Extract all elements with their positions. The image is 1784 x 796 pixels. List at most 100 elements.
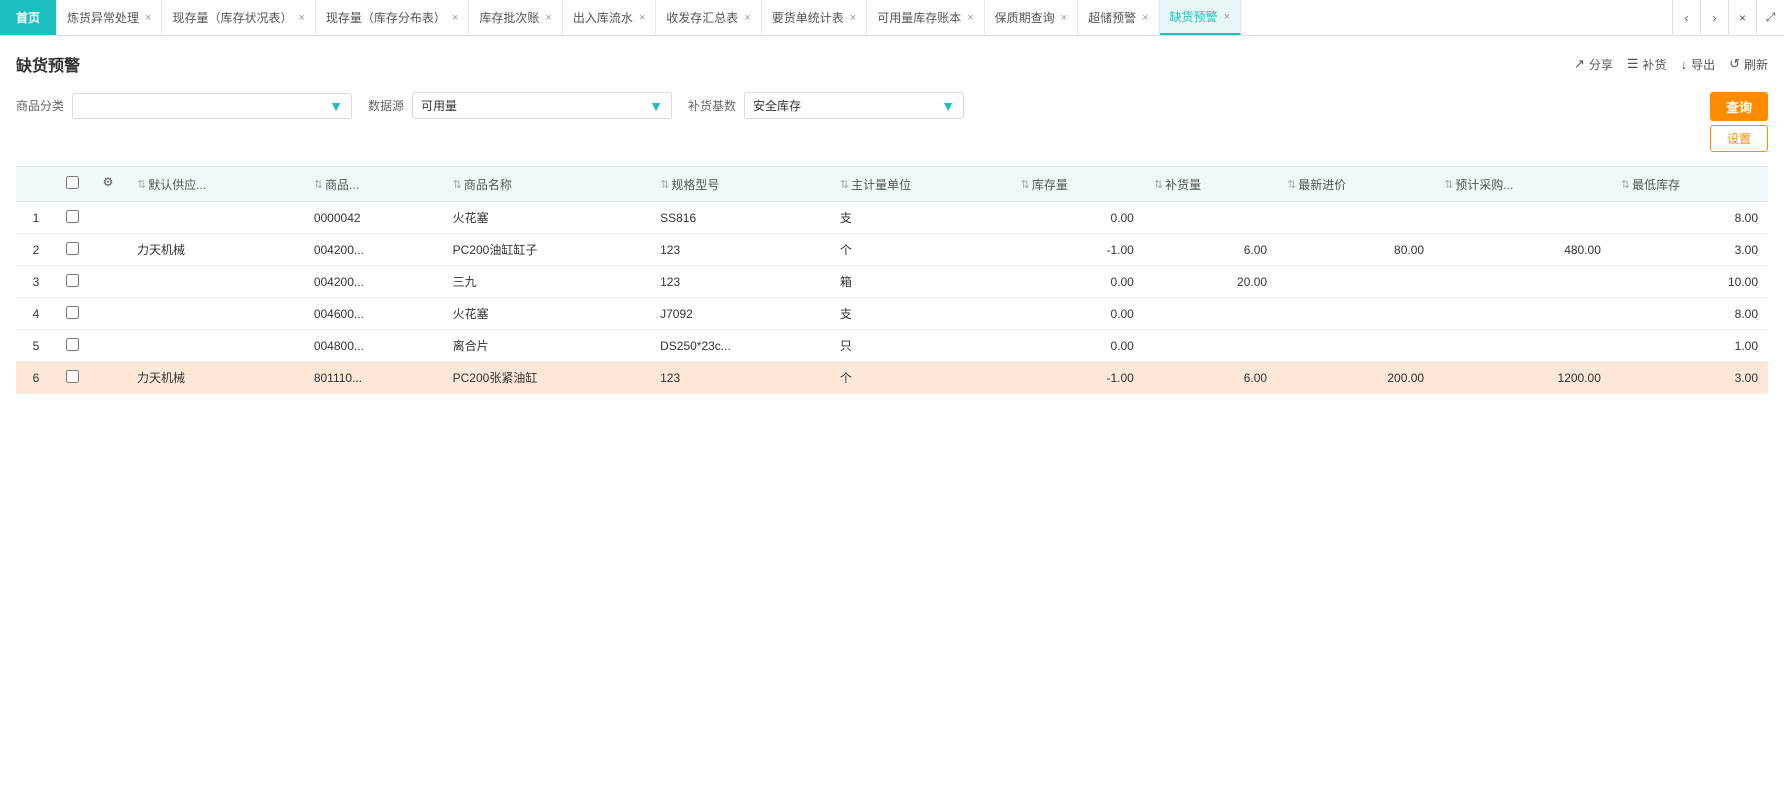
nav-tab-7[interactable]: 要货单统计表 × [762, 0, 867, 35]
nav-tab-10[interactable]: 超储预警 × [1078, 0, 1159, 35]
stock-sort[interactable]: 库存量 [1021, 176, 1068, 193]
col-header-product-name: 商品名称 [443, 167, 650, 202]
home-label: 首页 [16, 9, 40, 26]
spec-sort[interactable]: 规格型号 [660, 176, 719, 193]
main-content: 缺货预警 ↗ 分享 ☰ 补货 ↓ 导出 ↺ 刷新 商品分类 [0, 36, 1784, 796]
min-stock-sort[interactable]: 最低库存 [1621, 176, 1680, 193]
nav-tab-1[interactable]: 炼货异常处理 × [57, 0, 162, 35]
row-supplier [127, 330, 304, 362]
row-product-code: 004200... [304, 266, 443, 298]
close-icon[interactable]: × [639, 12, 645, 24]
nav-tab-4[interactable]: 库存批次账 × [469, 0, 562, 35]
close-icon[interactable]: × [298, 12, 304, 24]
share-icon: ↗ [1574, 56, 1585, 72]
table-row: 5 004800... 离合片 DS250*23c... 只 0.00 1.00 [16, 330, 1768, 362]
row-setting-cell [89, 362, 127, 394]
row-product-name: 火花塞 [443, 202, 650, 234]
close-icon[interactable]: × [545, 12, 551, 24]
replenish-sort[interactable]: 补货量 [1154, 176, 1201, 193]
page-header: 缺货预警 ↗ 分享 ☰ 补货 ↓ 导出 ↺ 刷新 [16, 52, 1768, 76]
supplier-sort[interactable]: 默认供应... [137, 176, 206, 193]
row-latest-price [1277, 266, 1434, 298]
query-button[interactable]: 查询 [1710, 92, 1768, 121]
select-all-checkbox[interactable] [66, 176, 79, 189]
nav-tab-home[interactable]: 首页 [0, 0, 57, 35]
close-icon[interactable]: × [1142, 12, 1148, 24]
row-checkbox[interactable] [66, 370, 79, 383]
refresh-button[interactable]: ↺ 刷新 [1729, 56, 1768, 73]
data-source-value: 可用量 [421, 97, 457, 114]
row-min-stock: 3.00 [1611, 234, 1768, 266]
row-spec: DS250*23c... [650, 330, 830, 362]
top-navigation: 首页 炼货异常处理 × 现存量（库存状况表） × 现存量（库存分布表） × 库存… [0, 0, 1784, 36]
row-min-stock: 1.00 [1611, 330, 1768, 362]
row-replenish: 6.00 [1144, 362, 1277, 394]
row-checkbox[interactable] [66, 274, 79, 287]
product-name-sort[interactable]: 商品名称 [453, 176, 512, 193]
nav-tab-11[interactable]: 缺货预警 × [1160, 0, 1241, 35]
close-icon[interactable]: × [145, 12, 151, 24]
category-select[interactable]: ▼ [72, 93, 352, 119]
replenish-label: 补货 [1643, 56, 1667, 73]
row-replenish: 20.00 [1144, 266, 1277, 298]
page-title: 缺货预警 [16, 52, 80, 76]
close-icon[interactable]: × [850, 12, 856, 24]
row-product-code: 004200... [304, 234, 443, 266]
nav-expand-button[interactable]: ⤢ [1756, 0, 1784, 36]
row-spec: SS816 [650, 202, 830, 234]
nav-tab-6[interactable]: 收发存汇总表 × [656, 0, 761, 35]
row-latest-price: 200.00 [1277, 362, 1434, 394]
nav-tab-9[interactable]: 保质期查询 × [985, 0, 1078, 35]
row-checkbox[interactable] [66, 242, 79, 255]
replenish-button[interactable]: ☰ 补货 [1627, 56, 1667, 73]
tab-label: 收发存汇总表 [666, 9, 738, 26]
nav-arrows: ‹ › × ⤢ [1672, 0, 1784, 36]
row-stock: -1.00 [1011, 362, 1144, 394]
nav-close-button[interactable]: × [1728, 0, 1756, 36]
nav-next-button[interactable]: › [1700, 0, 1728, 36]
est-purchase-sort[interactable]: 预计采购... [1444, 176, 1513, 193]
replenish-base-select[interactable]: 安全库存 ▼ [744, 92, 964, 119]
row-min-stock: 3.00 [1611, 362, 1768, 394]
settings-button[interactable]: 设置 [1710, 125, 1768, 152]
gear-icon[interactable]: ⚙ [99, 175, 117, 193]
row-setting-cell [89, 298, 127, 330]
close-icon[interactable]: × [1224, 11, 1230, 23]
col-header-unit: 主计量单位 [830, 167, 1011, 202]
nav-tab-8[interactable]: 可用量库存账本 × [867, 0, 984, 35]
col-header-index [16, 167, 56, 202]
nav-tab-5[interactable]: 出入库流水 × [563, 0, 656, 35]
close-icon[interactable]: × [744, 12, 750, 24]
row-index: 6 [16, 362, 56, 394]
row-product-name: 三九 [443, 266, 650, 298]
nav-tab-2[interactable]: 现存量（库存状况表） × [162, 0, 315, 35]
nav-prev-button[interactable]: ‹ [1672, 0, 1700, 36]
data-table: ⚙ 默认供应... 商品... 商品名称 规格型号 主计量单位 [16, 166, 1768, 394]
row-checkbox[interactable] [66, 210, 79, 223]
close-icon[interactable]: × [452, 12, 458, 24]
nav-tab-3[interactable]: 现存量（库存分布表） × [316, 0, 469, 35]
export-button[interactable]: ↓ 导出 [1681, 56, 1716, 73]
row-replenish [1144, 298, 1277, 330]
product-code-sort[interactable]: 商品... [314, 176, 359, 193]
tab-label: 要货单统计表 [772, 9, 844, 26]
row-index: 4 [16, 298, 56, 330]
close-icon[interactable]: × [1061, 12, 1067, 24]
share-label: 分享 [1589, 56, 1613, 73]
col-header-spec: 规格型号 [650, 167, 830, 202]
row-checkbox-cell [56, 234, 89, 266]
tab-label: 现存量（库存分布表） [326, 9, 446, 26]
latest-price-sort[interactable]: 最新进价 [1287, 176, 1346, 193]
col-header-setting: ⚙ [89, 167, 127, 202]
data-source-filter-group: 数据源 可用量 ▼ [368, 92, 672, 119]
row-checkbox[interactable] [66, 338, 79, 351]
table-row: 6 力天机械 801110... PC200张紧油缸 123 个 -1.00 6… [16, 362, 1768, 394]
row-checkbox[interactable] [66, 306, 79, 319]
data-source-label: 数据源 [368, 97, 404, 114]
unit-sort[interactable]: 主计量单位 [840, 176, 911, 193]
refresh-icon: ↺ [1729, 56, 1740, 72]
share-button[interactable]: ↗ 分享 [1574, 56, 1613, 73]
close-icon[interactable]: × [967, 12, 973, 24]
data-source-select[interactable]: 可用量 ▼ [412, 92, 672, 119]
tab-label: 保质期查询 [995, 9, 1055, 26]
